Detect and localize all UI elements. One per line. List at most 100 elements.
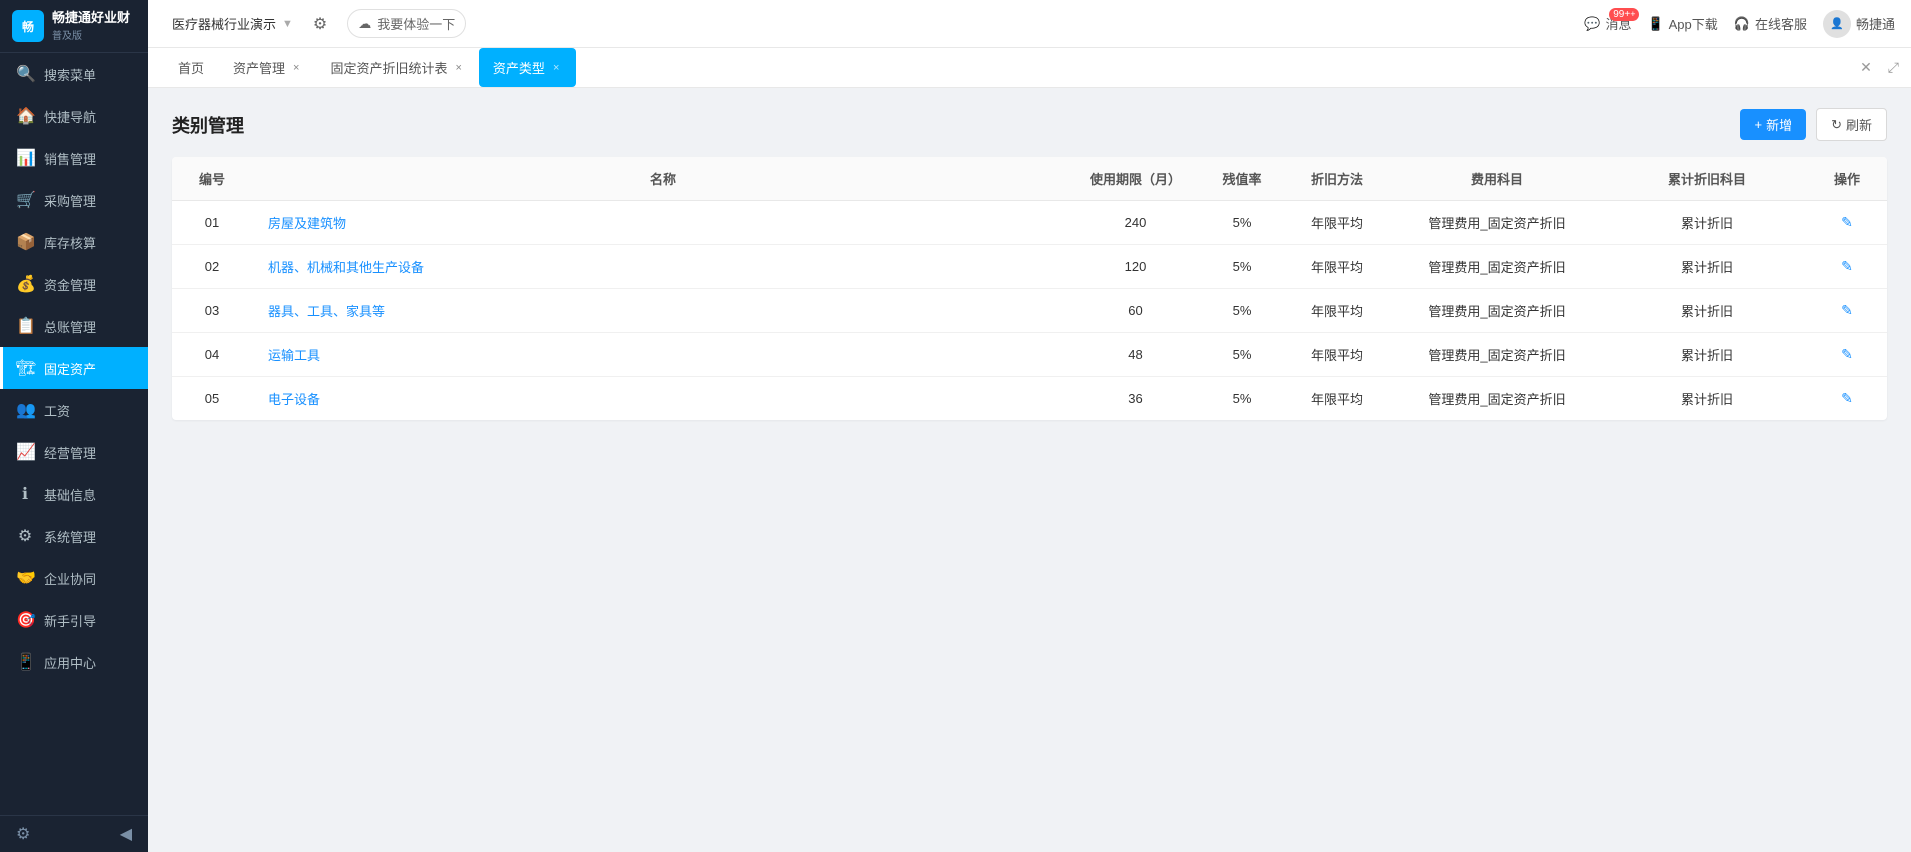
cell-period-3: 48 — [1074, 333, 1197, 377]
guide-icon: 🎯 — [16, 610, 34, 630]
cell-number-1: 02 — [172, 245, 252, 289]
settings-icon[interactable]: ⚙ — [16, 824, 30, 844]
tab-asset-type-close[interactable]: × — [551, 61, 561, 75]
cell-action-0: ✎ — [1807, 201, 1887, 245]
cell-number-3: 04 — [172, 333, 252, 377]
sidebar-item-enterprise[interactable]: 🤝 企业协同 — [0, 557, 148, 599]
cell-accumulated-3: 累计折旧 — [1607, 333, 1807, 377]
table-row: 05 电子设备 36 5% 年限平均 管理费用_固定资产折旧 累计折旧 ✎ — [172, 377, 1887, 421]
business-label: 经营管理 — [44, 443, 96, 462]
online-service-label: 在线客服 — [1755, 14, 1807, 33]
table-header: 编号 名称 使用期限（月） 残值率 折旧方法 费用科目 累计折旧科目 操作 — [172, 157, 1887, 201]
edit-button-4[interactable]: ✎ — [1841, 390, 1853, 406]
edit-button-3[interactable]: ✎ — [1841, 346, 1853, 362]
sidebar-item-fixed-asset[interactable]: 🏗 固定资产 — [0, 347, 148, 389]
sales-icon: 📊 — [16, 148, 34, 168]
sidebar-item-payroll[interactable]: 👥 工资 — [0, 389, 148, 431]
sidebar-item-inventory[interactable]: 📦 库存核算 — [0, 221, 148, 263]
sidebar-item-quick-nav[interactable]: 🏠 快捷导航 — [0, 95, 148, 137]
online-service-action[interactable]: 🎧 在线客服 — [1734, 14, 1807, 33]
tabs-bar: 首页 资产管理 × 固定资产折旧统计表 × 资产类型 × ✕ ⤢ — [148, 48, 1911, 88]
inventory-label: 库存核算 — [44, 233, 96, 252]
cloud-icon: ☁ — [358, 16, 371, 32]
new-button[interactable]: + 新增 — [1740, 109, 1806, 140]
experience-button[interactable]: ☁ 我要体验一下 — [347, 9, 466, 38]
topbar-settings-icon[interactable]: ⚙ — [313, 14, 327, 34]
sidebar-item-capital[interactable]: 💰 资金管理 — [0, 263, 148, 305]
sidebar-item-guide[interactable]: 🎯 新手引导 — [0, 599, 148, 641]
search-label: 搜索菜单 — [44, 65, 96, 84]
cell-action-1: ✎ — [1807, 245, 1887, 289]
message-action[interactable]: 💬 消息 99++ — [1584, 14, 1631, 33]
tab-asset-mgmt[interactable]: 资产管理 × — [219, 48, 316, 87]
sidebar-item-business[interactable]: 📈 经营管理 — [0, 431, 148, 473]
cell-name-1[interactable]: 机器、机械和其他生产设备 — [252, 245, 1074, 289]
collapse-icon[interactable]: ◀ — [120, 824, 132, 844]
table-container: 编号 名称 使用期限（月） 残值率 折旧方法 费用科目 累计折旧科目 操作 01… — [172, 157, 1887, 420]
cell-action-2: ✎ — [1807, 289, 1887, 333]
sidebar-item-sales[interactable]: 📊 销售管理 — [0, 137, 148, 179]
cell-period-4: 36 — [1074, 377, 1197, 421]
sidebar-item-app-center[interactable]: 📱 应用中心 — [0, 641, 148, 683]
cell-residual-4: 5% — [1197, 377, 1287, 421]
edit-button-2[interactable]: ✎ — [1841, 302, 1853, 318]
window-close-icon[interactable]: ✕ — [1856, 55, 1876, 80]
tab-fixed-asset-report[interactable]: 固定资产折旧统计表 × — [316, 48, 478, 87]
sidebar-item-purchase[interactable]: 🛒 采购管理 — [0, 179, 148, 221]
page-title: 类别管理 — [172, 112, 244, 138]
cell-name-4[interactable]: 电子设备 — [252, 377, 1074, 421]
company-selector[interactable]: 医疗器械行业演示 ▼ — [164, 10, 301, 37]
business-icon: 📈 — [16, 442, 34, 462]
system-label: 系统管理 — [44, 527, 96, 546]
guide-label: 新手引导 — [44, 611, 96, 630]
cell-period-0: 240 — [1074, 201, 1197, 245]
cell-action-3: ✎ — [1807, 333, 1887, 377]
company-name: 医疗器械行业演示 — [172, 14, 276, 33]
app-center-icon: 📱 — [16, 652, 34, 672]
app-download-action[interactable]: 📱 App下载 — [1647, 14, 1717, 33]
ledger-icon: 📋 — [16, 316, 34, 336]
tab-home-label: 首页 — [178, 58, 204, 77]
cell-expense-4: 管理费用_固定资产折旧 — [1387, 377, 1607, 421]
cell-period-2: 60 — [1074, 289, 1197, 333]
sidebar-item-system[interactable]: ⚙ 系统管理 — [0, 515, 148, 557]
main-area: 医疗器械行业演示 ▼ ⚙ ☁ 我要体验一下 💬 消息 99++ 📱 App下载 … — [148, 0, 1911, 852]
window-maximize-icon[interactable]: ⤢ — [1884, 55, 1903, 80]
experience-label: 我要体验一下 — [377, 14, 455, 33]
tab-asset-mgmt-close[interactable]: × — [291, 61, 301, 75]
cell-method-1: 年限平均 — [1287, 245, 1387, 289]
col-method: 折旧方法 — [1287, 157, 1387, 201]
cell-residual-0: 5% — [1197, 201, 1287, 245]
cell-accumulated-4: 累计折旧 — [1607, 377, 1807, 421]
cell-name-0[interactable]: 房屋及建筑物 — [252, 201, 1074, 245]
edit-button-1[interactable]: ✎ — [1841, 258, 1853, 274]
service-icon: 🎧 — [1734, 16, 1750, 32]
avatar: 👤 — [1823, 10, 1851, 38]
tab-fixed-asset-report-close[interactable]: × — [453, 61, 463, 75]
cell-accumulated-0: 累计折旧 — [1607, 201, 1807, 245]
cell-number-2: 03 — [172, 289, 252, 333]
cell-name-3[interactable]: 运输工具 — [252, 333, 1074, 377]
sidebar-item-search[interactable]: 🔍 搜索菜单 — [0, 53, 148, 95]
table-body: 01 房屋及建筑物 240 5% 年限平均 管理费用_固定资产折旧 累计折旧 ✎… — [172, 201, 1887, 421]
tab-home[interactable]: 首页 — [164, 48, 219, 87]
edit-button-0[interactable]: ✎ — [1841, 214, 1853, 230]
sidebar-item-basic-info[interactable]: ℹ 基础信息 — [0, 473, 148, 515]
sidebar-item-ledger[interactable]: 📋 总账管理 — [0, 305, 148, 347]
fixed-asset-label: 固定资产 — [44, 359, 96, 378]
table-row: 04 运输工具 48 5% 年限平均 管理费用_固定资产折旧 累计折旧 ✎ — [172, 333, 1887, 377]
payroll-icon: 👥 — [16, 400, 34, 420]
refresh-button[interactable]: ↻ 刷新 — [1816, 108, 1887, 141]
refresh-icon: ↻ — [1831, 117, 1842, 133]
cell-expense-2: 管理费用_固定资产折旧 — [1387, 289, 1607, 333]
cell-name-2[interactable]: 器具、工具、家具等 — [252, 289, 1074, 333]
app-title-group: 畅捷通好业财 普及版 — [52, 10, 130, 42]
user-action[interactable]: 👤 畅捷通 — [1823, 10, 1895, 38]
topbar-actions: 💬 消息 99++ 📱 App下载 🎧 在线客服 👤 畅捷通 — [1584, 10, 1895, 38]
quick-nav-icon: 🏠 — [16, 106, 34, 126]
cell-expense-3: 管理费用_固定资产折旧 — [1387, 333, 1607, 377]
sidebar-footer: ⚙ ◀ — [0, 815, 148, 852]
app-version: 普及版 — [52, 27, 130, 42]
tab-asset-type[interactable]: 资产类型 × — [479, 48, 576, 87]
quick-nav-label: 快捷导航 — [44, 107, 96, 126]
